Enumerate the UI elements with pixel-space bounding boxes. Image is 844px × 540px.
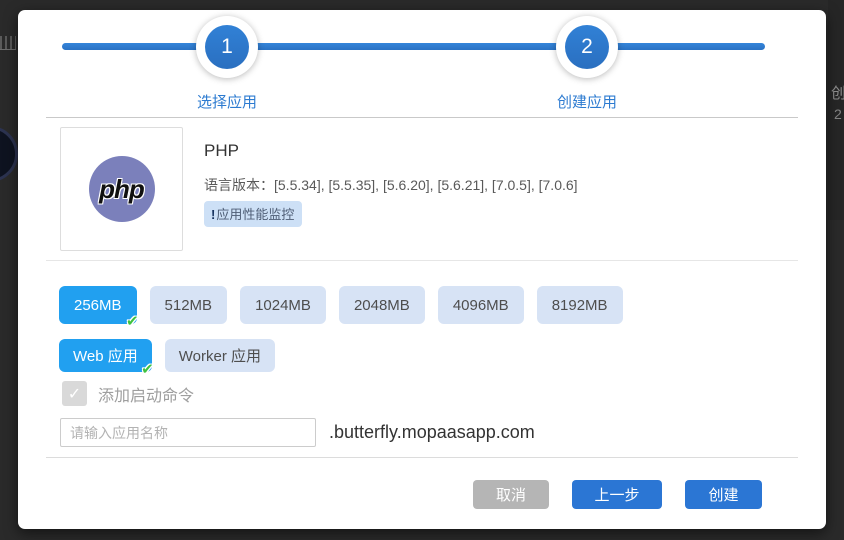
versions-label: 语言版本： — [204, 177, 274, 193]
check-icon: ✓ — [67, 385, 82, 403]
step-2-number: 2 — [565, 25, 609, 69]
memory-option-4096mb[interactable]: 4096MB — [437, 286, 524, 324]
step-2-label: 创建应用 — [556, 94, 617, 111]
app-name-row: .butterfly.mopaasapp.com — [60, 418, 535, 447]
memory-option-label: 512MB — [164, 296, 213, 314]
app-type-worker-button[interactable]: Worker 应用 — [164, 339, 275, 372]
app-type-label: Worker 应用 — [178, 348, 261, 365]
memory-option-256mb[interactable]: 256MB ✔ — [59, 286, 139, 330]
memory-option-8192mb[interactable]: 8192MB — [536, 286, 623, 324]
memory-option-label: 1024MB — [255, 296, 311, 314]
create-app-dialog: 1 2 选择应用 创建应用 php PHP 语言版本：[5.5.34], [5.… — [18, 10, 826, 529]
screen: { "overlay": { "background_color": "#2a2… — [0, 0, 844, 540]
check-icon: ✔ — [141, 361, 154, 378]
startup-command-checkbox[interactable]: ✓ — [62, 381, 87, 406]
background-text-fragment: 2 — [834, 106, 842, 122]
apm-tag: !应用性能监控 — [204, 201, 303, 227]
startup-command-label: 添加启动命令 — [98, 387, 195, 405]
memory-option-label: 256MB — [74, 296, 122, 314]
memory-option-512mb[interactable]: 512MB — [149, 286, 228, 324]
app-type-label: Web 应用 — [73, 348, 138, 365]
background-avatar-fragment — [0, 126, 18, 182]
memory-options-row: 256MB ✔ 512MB 1024MB 2048MB 4096MB 8192M… — [59, 286, 623, 330]
step-1-label: 选择应用 — [196, 94, 257, 111]
php-logo-text: php — [99, 173, 145, 204]
php-logo-icon: php — [88, 156, 155, 222]
domain-suffix: .butterfly.mopaasapp.com — [329, 422, 535, 442]
check-icon: ✔ — [125, 313, 139, 330]
background-text-fragment: 创 — [831, 85, 844, 102]
footer-actions: 取消 上一步 创建 — [473, 480, 762, 509]
section-divider — [46, 260, 798, 261]
app-type-row: Web 应用 ✔ Worker 应用 — [59, 339, 275, 378]
prev-step-button[interactable]: 上一步 — [572, 480, 662, 509]
step-1-node[interactable]: 1 — [196, 16, 258, 78]
memory-option-label: 2048MB — [353, 296, 410, 314]
app-name-title: PHP — [204, 141, 239, 160]
app-name-input[interactable] — [60, 418, 316, 447]
apm-tag-label: 应用性能监控 — [216, 207, 295, 222]
cancel-button[interactable]: 取消 — [473, 480, 549, 509]
app-versions: 语言版本：[5.5.34], [5.5.35], [5.6.20], [5.6.… — [204, 175, 578, 195]
memory-option-1024mb[interactable]: 1024MB — [240, 286, 326, 324]
create-button[interactable]: 创建 — [685, 480, 762, 509]
versions-list: [5.5.34], [5.5.35], [5.6.20], [5.6.21], … — [274, 177, 578, 193]
footer-divider — [46, 457, 798, 458]
stepper-progress-bar — [62, 43, 765, 50]
memory-option-label: 4096MB — [452, 296, 509, 314]
step-2-node[interactable]: 2 — [556, 16, 618, 78]
header-divider — [46, 117, 798, 118]
app-type-web-button[interactable]: Web 应用 ✔ — [59, 339, 154, 378]
startup-command-row: ✓ 添加启动命令 — [62, 381, 194, 406]
memory-option-2048mb[interactable]: 2048MB — [338, 286, 425, 324]
background-link-fragment — [0, 36, 16, 50]
php-app-card: php — [60, 127, 183, 251]
step-1-number: 1 — [205, 25, 249, 69]
memory-option-label: 8192MB — [551, 296, 608, 314]
exclamation-icon: ! — [211, 207, 216, 222]
